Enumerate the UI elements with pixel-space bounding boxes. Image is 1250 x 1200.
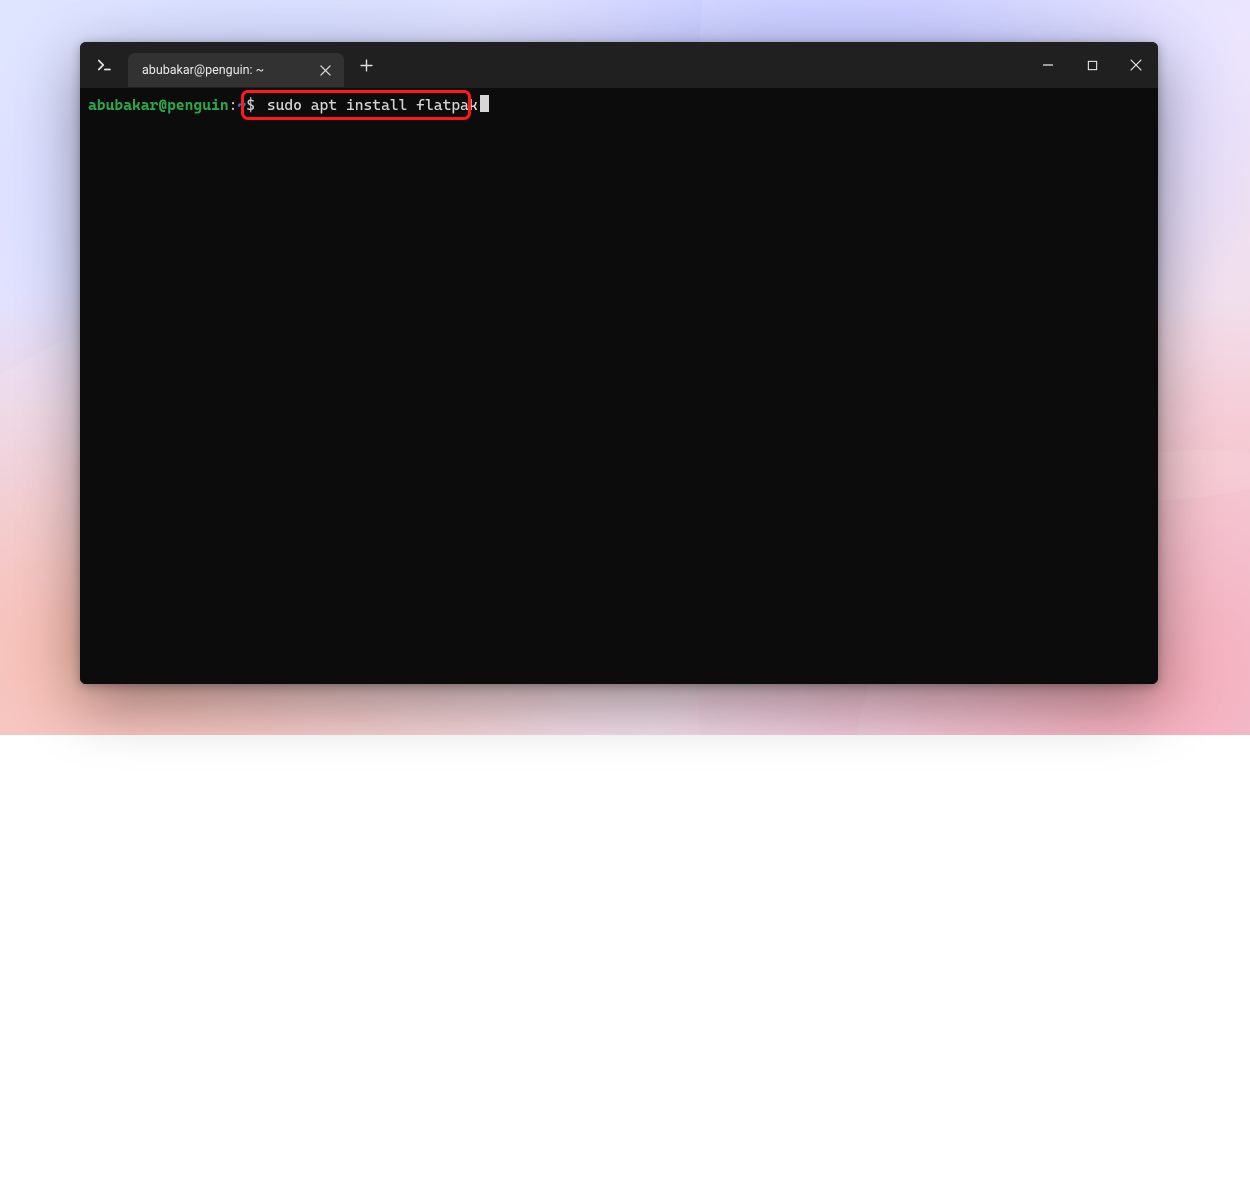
- minimize-button[interactable]: [1026, 42, 1070, 88]
- titlebar[interactable]: abubakar@penguin: ~: [80, 42, 1158, 88]
- plus-icon: [360, 59, 373, 72]
- command-text: sudo apt install flatpak: [264, 95, 478, 115]
- maximize-button[interactable]: [1070, 42, 1114, 88]
- prompt-path: ~: [237, 96, 246, 114]
- close-window-button[interactable]: [1114, 42, 1158, 88]
- terminal-app-icon: [80, 42, 128, 88]
- window-controls: [1026, 42, 1158, 88]
- tab-active[interactable]: abubakar@penguin: ~: [128, 53, 344, 87]
- maximize-icon: [1087, 60, 1098, 71]
- prompt-symbol: $: [246, 96, 255, 114]
- new-tab-button[interactable]: [350, 49, 382, 81]
- minimize-icon: [1042, 59, 1054, 71]
- terminal-window: abubakar@penguin: ~: [80, 42, 1158, 684]
- prompt-user-host: abubakar@penguin: [88, 96, 229, 114]
- terminal-body[interactable]: abubakar@penguin:~$ sudo apt install fla…: [80, 88, 1158, 684]
- close-icon: [320, 65, 331, 76]
- text-cursor: [480, 95, 489, 112]
- close-icon: [1130, 59, 1142, 71]
- tab-close-button[interactable]: [316, 61, 334, 79]
- prompt-line: abubakar@penguin:~$ sudo apt install fla…: [88, 94, 1150, 116]
- tab-title: abubakar@penguin: ~: [142, 63, 264, 78]
